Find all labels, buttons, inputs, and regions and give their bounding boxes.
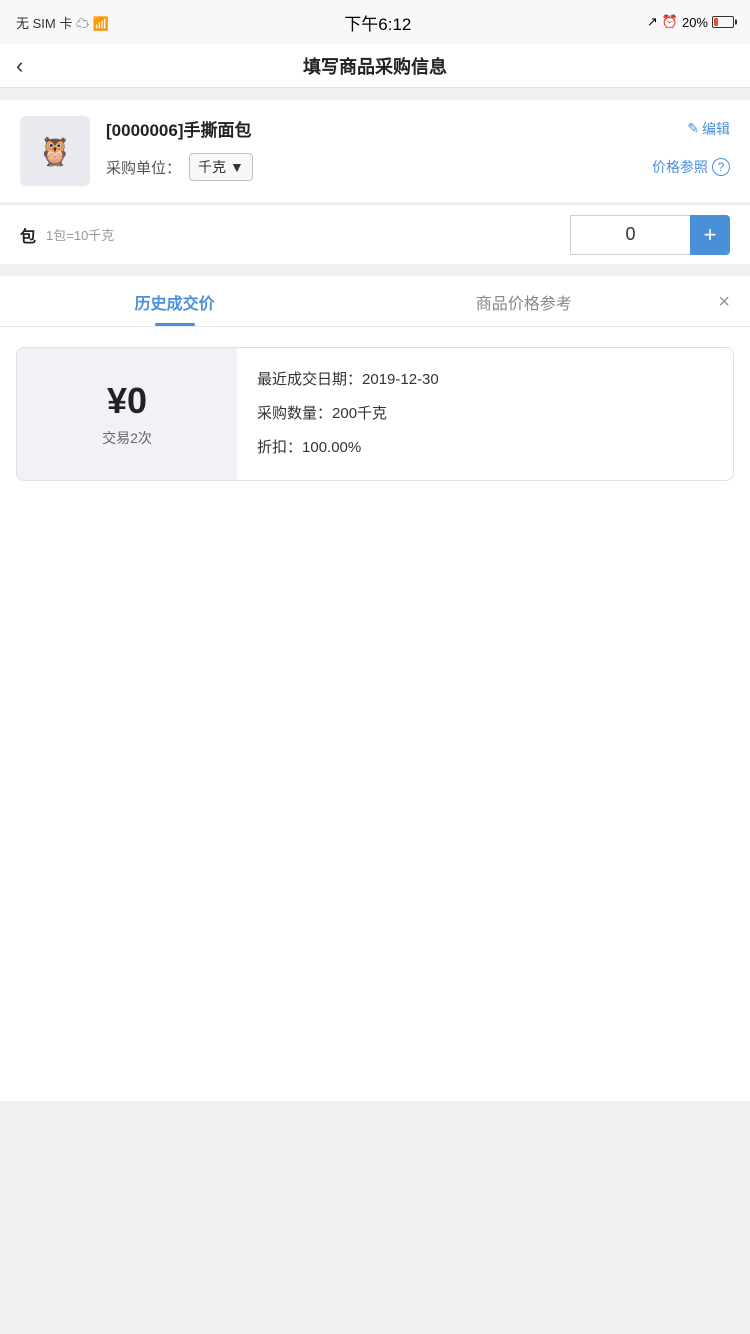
recent-date-value: 2019-12-30: [362, 371, 439, 388]
edit-button[interactable]: ✎ 编辑: [687, 119, 730, 139]
purchase-qty-label: 采购数量：: [257, 405, 332, 422]
dropdown-arrow-icon: ▼: [230, 159, 244, 175]
location-icon: ↗: [647, 14, 658, 30]
edit-icon: ✎: [687, 120, 699, 137]
tabs-header: 历史成交价 商品价格参考 ×: [0, 276, 750, 327]
price-amount: ¥0: [107, 380, 147, 422]
status-time: 下午6:12: [344, 10, 411, 35]
nav-bar: ‹ 填写商品采购信息: [0, 44, 750, 88]
quantity-display[interactable]: 0: [570, 215, 690, 255]
price-left-panel: ¥0 交易2次: [17, 348, 237, 480]
product-logo: 🦉: [38, 135, 73, 168]
quantity-value: 0: [625, 224, 635, 245]
discount-value: 100.00%: [302, 439, 361, 456]
close-tab-button[interactable]: ×: [698, 277, 750, 326]
trade-count: 交易2次: [102, 428, 152, 448]
unit-hint: 1包=10千克: [46, 225, 114, 244]
recent-date-row: 最近成交日期：2019-12-30: [257, 368, 713, 392]
product-card: 🦉 [0000006]手撕面包 ✎ 编辑 采购单位： 千克 ▼ 价格参照 ?: [0, 100, 750, 202]
help-circle-icon: ?: [712, 158, 730, 176]
unit-select[interactable]: 千克 ▼: [189, 153, 253, 181]
price-data-section: ¥0 交易2次 最近成交日期：2019-12-30 采购数量：200千克 折扣：…: [0, 327, 750, 501]
purchase-qty-value: 200千克: [332, 405, 387, 422]
status-bar: 无 SIM 卡 ☁ 📶 下午6:12 ↗ ⏰ 20%: [0, 0, 750, 44]
edit-label: 编辑: [702, 119, 730, 139]
tabs-container: 历史成交价 商品价格参考 × ¥0 交易2次 最近成交日期：2019-12-30…: [0, 276, 750, 501]
status-right: ↗ ⏰ 20%: [647, 14, 734, 30]
unit-value: 千克: [198, 157, 226, 177]
increment-button[interactable]: +: [690, 215, 730, 255]
page-title: 填写商品采购信息: [303, 53, 447, 79]
bottom-space: [0, 501, 750, 1101]
recent-date-label: 最近成交日期：: [257, 371, 362, 388]
product-title-row: [0000006]手撕面包 ✎ 编辑: [106, 116, 730, 141]
price-ref-button[interactable]: 价格参照 ?: [652, 157, 730, 177]
battery-percent: 20%: [682, 15, 708, 30]
quantity-label: 包 1包=10千克: [20, 223, 114, 247]
discount-label: 折扣：: [257, 439, 302, 456]
price-right-panel: 最近成交日期：2019-12-30 采购数量：200千克 折扣：100.00%: [237, 348, 733, 480]
product-title: 手撕面包: [184, 121, 252, 140]
alarm-icon: ⏰: [662, 14, 678, 30]
status-left: 无 SIM 卡 ☁ 📶: [16, 13, 109, 32]
quantity-input-group: 0 +: [570, 215, 730, 255]
tab-history-price[interactable]: 历史成交价: [0, 276, 349, 326]
product-name: [0000006]手撕面包: [106, 116, 252, 141]
product-thumbnail: 🦉: [20, 116, 90, 186]
quantity-section: 包 1包=10千克 0 +: [0, 204, 750, 264]
price-data-card: ¥0 交易2次 最近成交日期：2019-12-30 采购数量：200千克 折扣：…: [16, 347, 734, 481]
unit-badge: 包: [20, 223, 36, 247]
product-info: [0000006]手撕面包 ✎ 编辑 采购单位： 千克 ▼ 价格参照 ?: [106, 116, 730, 181]
price-ref-label: 价格参照: [652, 157, 708, 177]
back-button[interactable]: ‹: [16, 53, 23, 79]
tab-product-price-ref[interactable]: 商品价格参考: [349, 276, 698, 326]
purchase-unit-label: 采购单位：: [106, 157, 181, 178]
purchase-unit-row: 采购单位： 千克 ▼ 价格参照 ?: [106, 153, 730, 181]
product-id: [0000006]: [106, 121, 184, 140]
discount-row: 折扣：100.00%: [257, 436, 713, 460]
battery-fill: [714, 18, 718, 26]
battery-icon: [712, 16, 734, 28]
purchase-qty-row: 采购数量：200千克: [257, 402, 713, 426]
